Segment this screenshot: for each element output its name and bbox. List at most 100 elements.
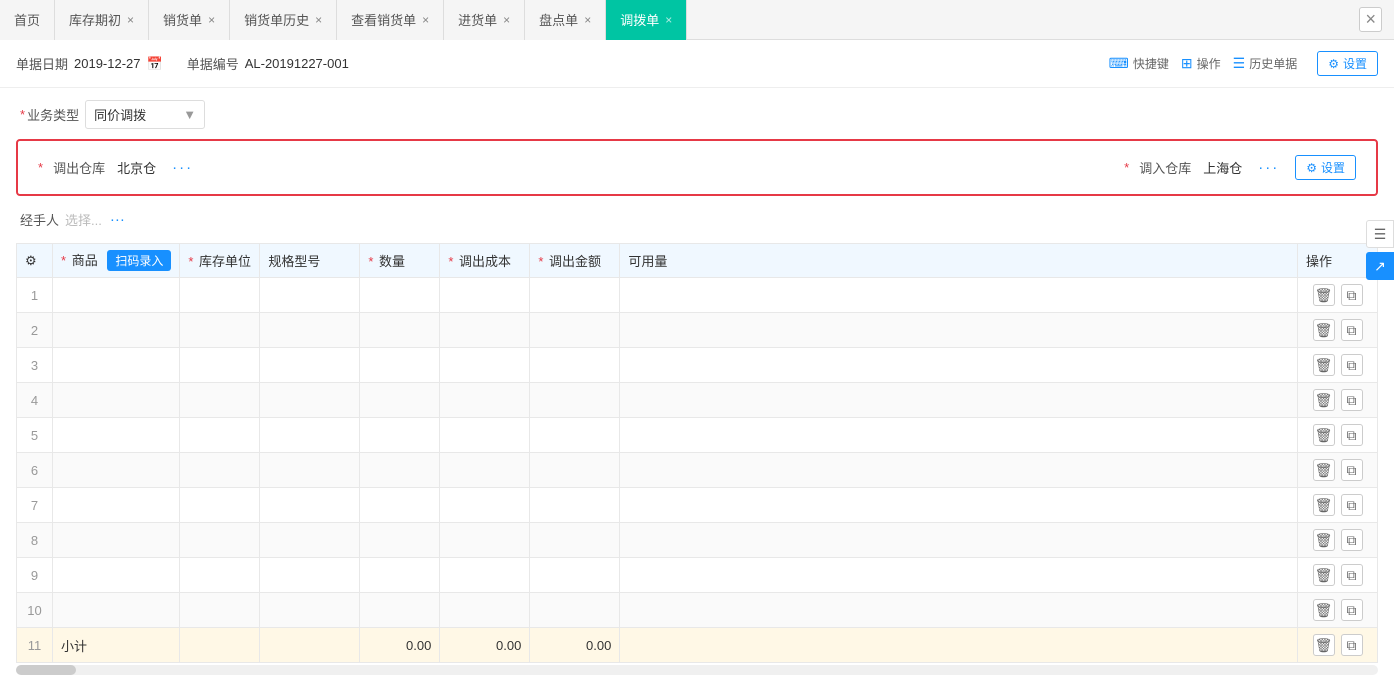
tab-sales-history-close[interactable]: ×: [315, 13, 322, 27]
settings-label: 设置: [1343, 55, 1367, 72]
row-num-11: 11: [17, 628, 53, 663]
warehouse-settings-label: 设置: [1321, 159, 1345, 176]
tab-home[interactable]: 首页: [0, 0, 55, 40]
unit-cell-4: [180, 383, 260, 418]
calendar-icon[interactable]: 📅: [147, 56, 163, 72]
tab-stocktake-close[interactable]: ×: [584, 13, 591, 27]
tab-inventory-init-label: 库存期初: [69, 10, 121, 29]
delete-row-9-button[interactable]: 🗑: [1313, 564, 1335, 586]
delete-row-8-button[interactable]: 🗑: [1313, 529, 1335, 551]
cost-cell-3: [440, 348, 530, 383]
product-cell-8[interactable]: [53, 523, 180, 558]
th-ops-label: 操作: [1306, 254, 1332, 269]
copy-row-5-button[interactable]: ⧉: [1341, 424, 1363, 446]
delete-row-6-button[interactable]: 🗑: [1313, 459, 1335, 481]
copy-row-1-button[interactable]: ⧉: [1341, 284, 1363, 306]
product-cell-3[interactable]: [53, 348, 180, 383]
product-cell-10[interactable]: [53, 593, 180, 628]
th-cost: * 调出成本: [440, 244, 530, 278]
person-select[interactable]: 选择...: [65, 210, 102, 229]
tab-purchase-order[interactable]: 进货单 ×: [444, 0, 525, 40]
spec-cell-6: [260, 453, 360, 488]
delete-row-1-button[interactable]: 🗑: [1313, 284, 1335, 306]
copy-row-11-button[interactable]: ⧉: [1341, 634, 1363, 656]
tab-purchase-order-label: 进货单: [458, 10, 497, 29]
amount-cell-9: [530, 558, 620, 593]
unit-cell-10: [180, 593, 260, 628]
table-container: ⚙ * 商品 扫码录入 * 库存单位 规格型号 *: [16, 243, 1378, 675]
copy-row-3-button[interactable]: ⧉: [1341, 354, 1363, 376]
ops-cell-7: 🗑 ⧉: [1298, 488, 1378, 523]
cost-cell-7: [440, 488, 530, 523]
amount-cell-10: [530, 593, 620, 628]
tab-inventory-init[interactable]: 库存期初 ×: [55, 0, 149, 40]
operations-link[interactable]: ⊞ 操作: [1181, 55, 1221, 72]
delete-row-11-button[interactable]: 🗑: [1313, 634, 1335, 656]
product-cell-7[interactable]: [53, 488, 180, 523]
delete-row-4-button[interactable]: 🗑: [1313, 389, 1335, 411]
float-export-button[interactable]: ↗: [1366, 252, 1394, 280]
ops-cell-1: 🗑 ⧉: [1298, 278, 1378, 313]
available-cell-1: [620, 278, 1298, 313]
th-gear[interactable]: ⚙: [17, 244, 53, 278]
delete-row-10-button[interactable]: 🗑: [1313, 599, 1335, 621]
amount-cell-2: [530, 313, 620, 348]
close-all-tabs-button[interactable]: ×: [1359, 7, 1382, 32]
tab-inventory-init-close[interactable]: ×: [127, 13, 134, 27]
horizontal-scrollbar[interactable]: [16, 665, 1378, 675]
copy-row-6-button[interactable]: ⧉: [1341, 459, 1363, 481]
biz-type-dropdown[interactable]: 同价调拨 ▼: [85, 100, 205, 129]
tab-transfer-close[interactable]: ×: [665, 13, 672, 27]
ops-cell-4: 🗑 ⧉: [1298, 383, 1378, 418]
tab-purchase-order-close[interactable]: ×: [503, 13, 510, 27]
tab-sales-history[interactable]: 销货单历史 ×: [230, 0, 337, 40]
history-link[interactable]: ☰ 历史单据: [1233, 55, 1298, 72]
tab-stocktake[interactable]: 盘点单 ×: [525, 0, 606, 40]
tab-sales-order[interactable]: 销货单 ×: [149, 0, 230, 40]
subtotal-available-cell: [620, 628, 1298, 663]
tab-view-sales-close[interactable]: ×: [422, 13, 429, 27]
in-warehouse-row: * 调入仓库 上海仓 ···: [1124, 158, 1279, 177]
tab-transfer[interactable]: 调拨单 ×: [606, 0, 687, 40]
product-cell-6[interactable]: [53, 453, 180, 488]
tab-view-sales[interactable]: 查看销货单 ×: [337, 0, 444, 40]
copy-row-4-button[interactable]: ⧉: [1341, 389, 1363, 411]
copy-row-7-button[interactable]: ⧉: [1341, 494, 1363, 516]
product-cell-2[interactable]: [53, 313, 180, 348]
ops-cell-3: 🗑 ⧉: [1298, 348, 1378, 383]
scrollbar-thumb[interactable]: [16, 665, 76, 675]
row-num-4: 4: [17, 383, 53, 418]
person-more-button[interactable]: ···: [110, 211, 125, 228]
subtotal-unit-cell: [180, 628, 260, 663]
in-warehouse-required-star: *: [1124, 160, 1129, 175]
copy-row-2-button[interactable]: ⧉: [1341, 319, 1363, 341]
spec-cell-7: [260, 488, 360, 523]
delete-row-3-button[interactable]: 🗑: [1313, 354, 1335, 376]
delete-row-5-button[interactable]: 🗑: [1313, 424, 1335, 446]
copy-row-8-button[interactable]: ⧉: [1341, 529, 1363, 551]
warehouse-settings-button[interactable]: ⚙ 设置: [1295, 155, 1356, 180]
tab-sales-order-close[interactable]: ×: [208, 13, 215, 27]
in-warehouse-more-button[interactable]: ···: [1258, 159, 1279, 176]
scan-input-button[interactable]: 扫码录入: [107, 250, 171, 271]
row-num-2: 2: [17, 313, 53, 348]
copy-row-10-button[interactable]: ⧉: [1341, 599, 1363, 621]
row-num-1: 1: [17, 278, 53, 313]
product-cell-5[interactable]: [53, 418, 180, 453]
settings-gear-icon: ⚙: [1328, 57, 1339, 71]
qty-cell-3: [360, 348, 440, 383]
settings-button[interactable]: ⚙ 设置: [1317, 51, 1378, 76]
shortcut-link[interactable]: ⌨ 快捷键: [1109, 55, 1169, 72]
copy-row-9-button[interactable]: ⧉: [1341, 564, 1363, 586]
out-warehouse-more-button[interactable]: ···: [172, 159, 193, 176]
in-warehouse-value: 上海仓: [1203, 158, 1242, 177]
delete-row-7-button[interactable]: 🗑: [1313, 494, 1335, 516]
float-list-button[interactable]: ☰: [1366, 220, 1394, 248]
product-cell-1[interactable]: [53, 278, 180, 313]
product-cell-4[interactable]: [53, 383, 180, 418]
spec-cell-9: [260, 558, 360, 593]
delete-row-2-button[interactable]: 🗑: [1313, 319, 1335, 341]
amount-cell-6: [530, 453, 620, 488]
settings-group: ⚙ 设置: [1317, 51, 1378, 76]
product-cell-9[interactable]: [53, 558, 180, 593]
